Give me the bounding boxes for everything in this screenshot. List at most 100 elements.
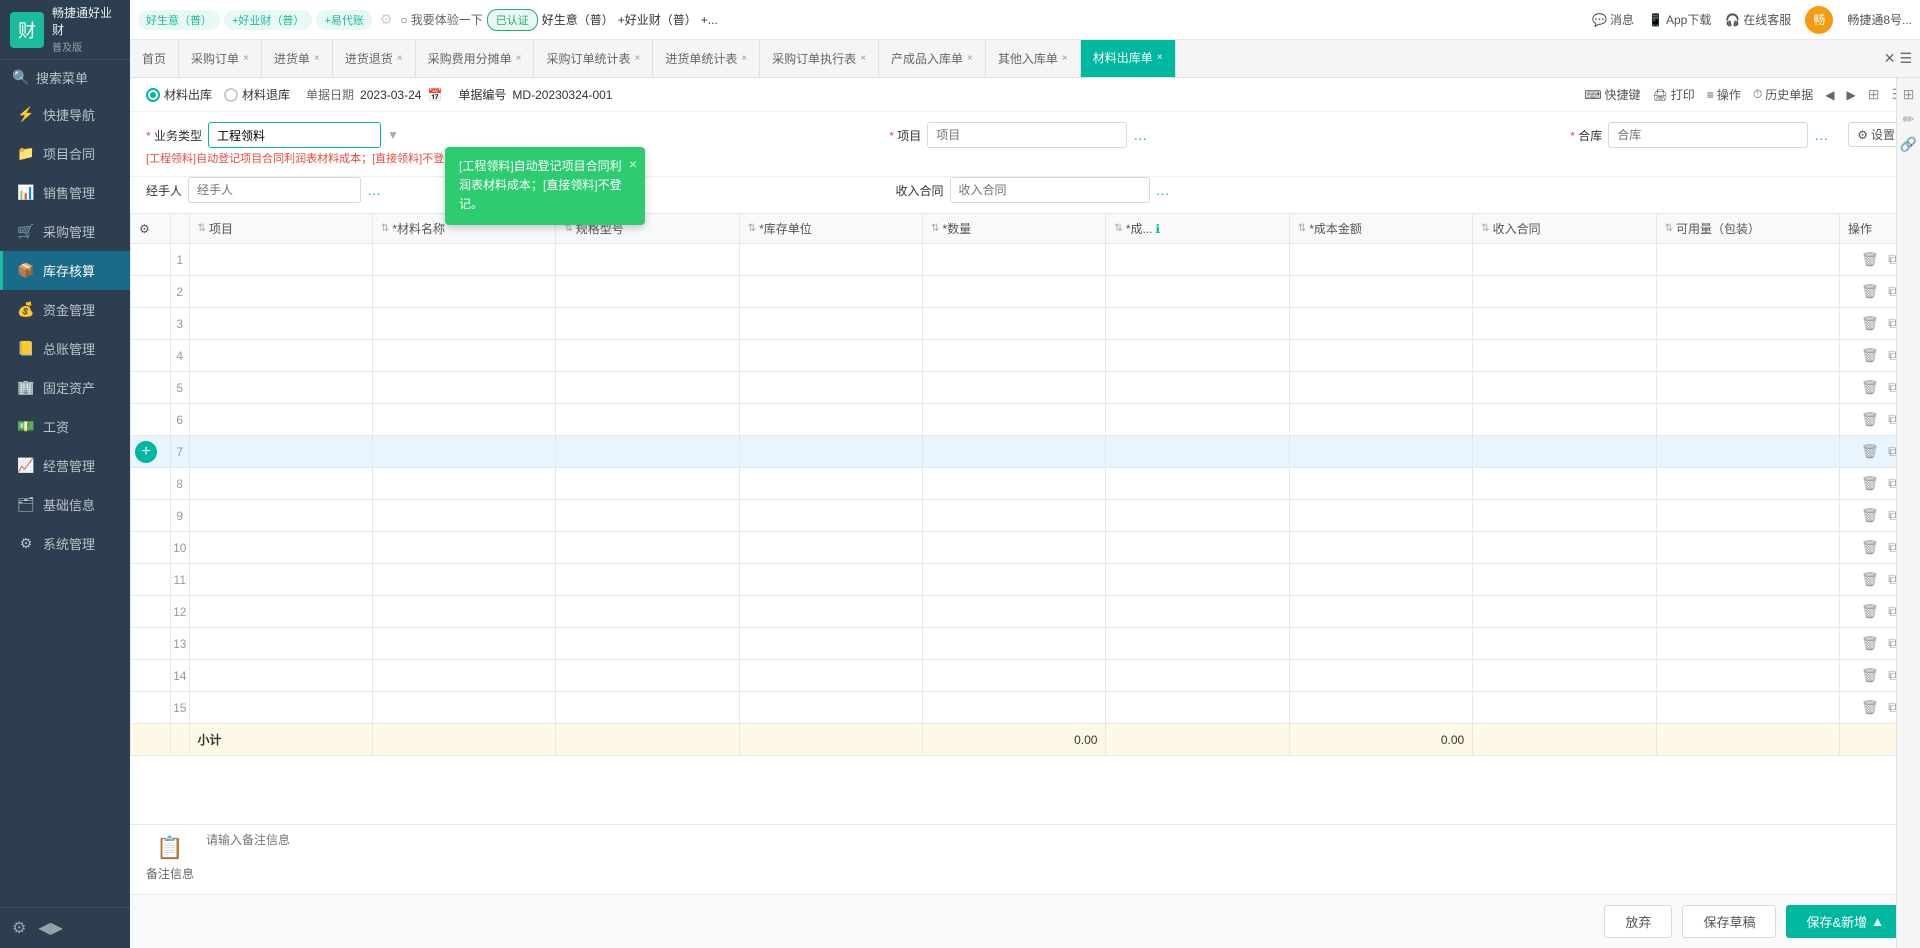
income-contract-cell[interactable] bbox=[1473, 308, 1656, 340]
sort-icon[interactable]: ⇅ bbox=[1298, 223, 1306, 234]
handler-dots-icon[interactable]: … bbox=[367, 182, 381, 198]
material-cell[interactable] bbox=[372, 372, 555, 404]
spec-cell[interactable] bbox=[556, 660, 739, 692]
nav-prev-icon[interactable]: ◀ bbox=[1825, 88, 1834, 102]
cost-cell[interactable] bbox=[1106, 308, 1289, 340]
available-cell[interactable] bbox=[1656, 564, 1839, 596]
delete-row-icon[interactable]: 🗑 bbox=[1861, 347, 1879, 363]
tab-other-inbound[interactable]: 其他入库单 × bbox=[986, 40, 1081, 78]
history-btn[interactable]: ⏱ 历史单据 bbox=[1753, 86, 1813, 103]
date-value[interactable]: 2023-03-24 bbox=[360, 88, 421, 102]
grid-view-icon[interactable]: ⊞ bbox=[1868, 86, 1880, 103]
available-cell[interactable] bbox=[1656, 500, 1839, 532]
th-cost-amount[interactable]: ⇅ *成本金额 bbox=[1289, 214, 1472, 244]
sidebar-item-finance[interactable]: 💰 资金管理 bbox=[0, 290, 130, 329]
material-cell[interactable] bbox=[372, 404, 555, 436]
notes-input[interactable] bbox=[206, 833, 1904, 847]
income-contract-cell[interactable] bbox=[1473, 340, 1656, 372]
warehouse-unit-cell[interactable] bbox=[739, 500, 922, 532]
cost-amount-cell[interactable] bbox=[1289, 340, 1472, 372]
sidebar-item-shortcut[interactable]: ⚡ 快捷导航 bbox=[0, 95, 130, 134]
tab-close-icon[interactable]: × bbox=[243, 53, 249, 64]
sidebar-item-inventory[interactable]: 📦 库存核算 bbox=[0, 251, 130, 290]
sidebar-item-basic[interactable]: 🗂 基础信息 bbox=[0, 485, 130, 524]
income-contract-cell[interactable] bbox=[1473, 596, 1656, 628]
message-action[interactable]: 💬 消息 bbox=[1592, 11, 1634, 28]
tab-close-icon[interactable]: × bbox=[1157, 52, 1163, 63]
project-cell[interactable] bbox=[189, 468, 372, 500]
th-cost[interactable]: ⇅ *成... ℹ bbox=[1106, 214, 1289, 244]
discard-button[interactable]: 放弃 bbox=[1604, 905, 1672, 938]
cost-amount-cell[interactable] bbox=[1289, 244, 1472, 276]
income-contract-cell[interactable] bbox=[1473, 404, 1656, 436]
warehouse-unit-cell[interactable] bbox=[739, 244, 922, 276]
warehouse-dots-icon[interactable]: … bbox=[1814, 127, 1828, 143]
cost-amount-cell[interactable] bbox=[1289, 276, 1472, 308]
delete-row-icon[interactable]: 🗑 bbox=[1861, 635, 1879, 651]
project-cell[interactable] bbox=[189, 372, 372, 404]
delete-row-icon[interactable]: 🗑 bbox=[1861, 443, 1879, 459]
warehouse-unit-cell[interactable] bbox=[739, 404, 922, 436]
available-cell[interactable] bbox=[1656, 436, 1839, 468]
quantity-cell[interactable] bbox=[923, 340, 1106, 372]
delete-row-icon[interactable]: 🗑 bbox=[1861, 283, 1879, 299]
project-cell[interactable] bbox=[189, 436, 372, 468]
spec-cell[interactable] bbox=[556, 244, 739, 276]
quantity-cell[interactable] bbox=[923, 468, 1106, 500]
project-cell[interactable] bbox=[189, 532, 372, 564]
sort-icon[interactable]: ⇅ bbox=[931, 223, 939, 234]
tab-close-icon[interactable]: × bbox=[1062, 53, 1068, 64]
certified-tag[interactable]: 已认证 bbox=[487, 9, 538, 31]
material-cell[interactable] bbox=[372, 340, 555, 372]
tab-close-icon[interactable]: × bbox=[397, 53, 403, 64]
column-settings-icon[interactable]: ⚙ bbox=[139, 222, 150, 236]
project-cell[interactable] bbox=[189, 500, 372, 532]
quantity-cell[interactable] bbox=[923, 244, 1106, 276]
material-cell[interactable] bbox=[372, 308, 555, 340]
tab-close-icon[interactable]: × bbox=[741, 53, 747, 64]
tab-menu-icon[interactable]: ☰ bbox=[1899, 50, 1912, 67]
income-contract-cell[interactable] bbox=[1473, 436, 1656, 468]
tag-haoyecai[interactable]: +好业财（普） bbox=[224, 10, 312, 30]
project-cell[interactable] bbox=[189, 564, 372, 596]
tab-close-icon[interactable]: × bbox=[634, 53, 640, 64]
available-cell[interactable] bbox=[1656, 244, 1839, 276]
quantity-cell[interactable] bbox=[923, 564, 1106, 596]
info-icon[interactable]: ℹ bbox=[1156, 222, 1161, 236]
cost-cell[interactable] bbox=[1106, 372, 1289, 404]
cost-amount-cell[interactable] bbox=[1289, 500, 1472, 532]
delete-row-icon[interactable]: 🗑 bbox=[1861, 507, 1879, 523]
sidebar-item-assets[interactable]: 🏢 固定资产 bbox=[0, 368, 130, 407]
delete-row-icon[interactable]: 🗑 bbox=[1861, 571, 1879, 587]
cost-amount-cell[interactable] bbox=[1289, 660, 1472, 692]
warehouse-unit-cell[interactable] bbox=[739, 436, 922, 468]
available-cell[interactable] bbox=[1656, 276, 1839, 308]
material-cell[interactable] bbox=[372, 692, 555, 724]
tab-purchase-stats[interactable]: 采购订单统计表 × bbox=[534, 40, 653, 78]
warehouse-unit-cell[interactable] bbox=[739, 596, 922, 628]
warehouse-unit-cell[interactable] bbox=[739, 532, 922, 564]
available-cell[interactable] bbox=[1656, 628, 1839, 660]
settings-gear-icon[interactable]: ⚙ bbox=[12, 918, 26, 938]
income-contract-cell[interactable] bbox=[1473, 660, 1656, 692]
project-cell[interactable] bbox=[189, 276, 372, 308]
delete-row-icon[interactable]: 🗑 bbox=[1861, 539, 1879, 555]
warehouse-unit-cell[interactable] bbox=[739, 372, 922, 404]
sort-icon[interactable]: ⇅ bbox=[381, 223, 389, 234]
material-cell[interactable] bbox=[372, 628, 555, 660]
sidebar-item-purchase[interactable]: 🛒 采购管理 bbox=[0, 212, 130, 251]
settings-cog[interactable]: ⚙ bbox=[380, 11, 393, 28]
th-settings[interactable]: ⚙ bbox=[131, 214, 171, 244]
spec-cell[interactable] bbox=[556, 692, 739, 724]
tab-close-all-icon[interactable]: ✕ bbox=[1884, 50, 1896, 67]
spec-cell[interactable] bbox=[556, 500, 739, 532]
tag-haoshengyi[interactable]: 好生意（普） bbox=[138, 10, 220, 30]
spec-cell[interactable] bbox=[556, 340, 739, 372]
sidebar-item-sales[interactable]: 📊 销售管理 bbox=[0, 173, 130, 212]
collapse-icon[interactable]: ◀▶ bbox=[38, 918, 63, 938]
quantity-cell[interactable] bbox=[923, 692, 1106, 724]
tag-haoshengyi2[interactable]: 好生意（普） bbox=[542, 11, 614, 28]
quantity-cell[interactable] bbox=[923, 596, 1106, 628]
save-draft-button[interactable]: 保存草稿 bbox=[1682, 905, 1776, 938]
cost-amount-cell[interactable] bbox=[1289, 468, 1472, 500]
